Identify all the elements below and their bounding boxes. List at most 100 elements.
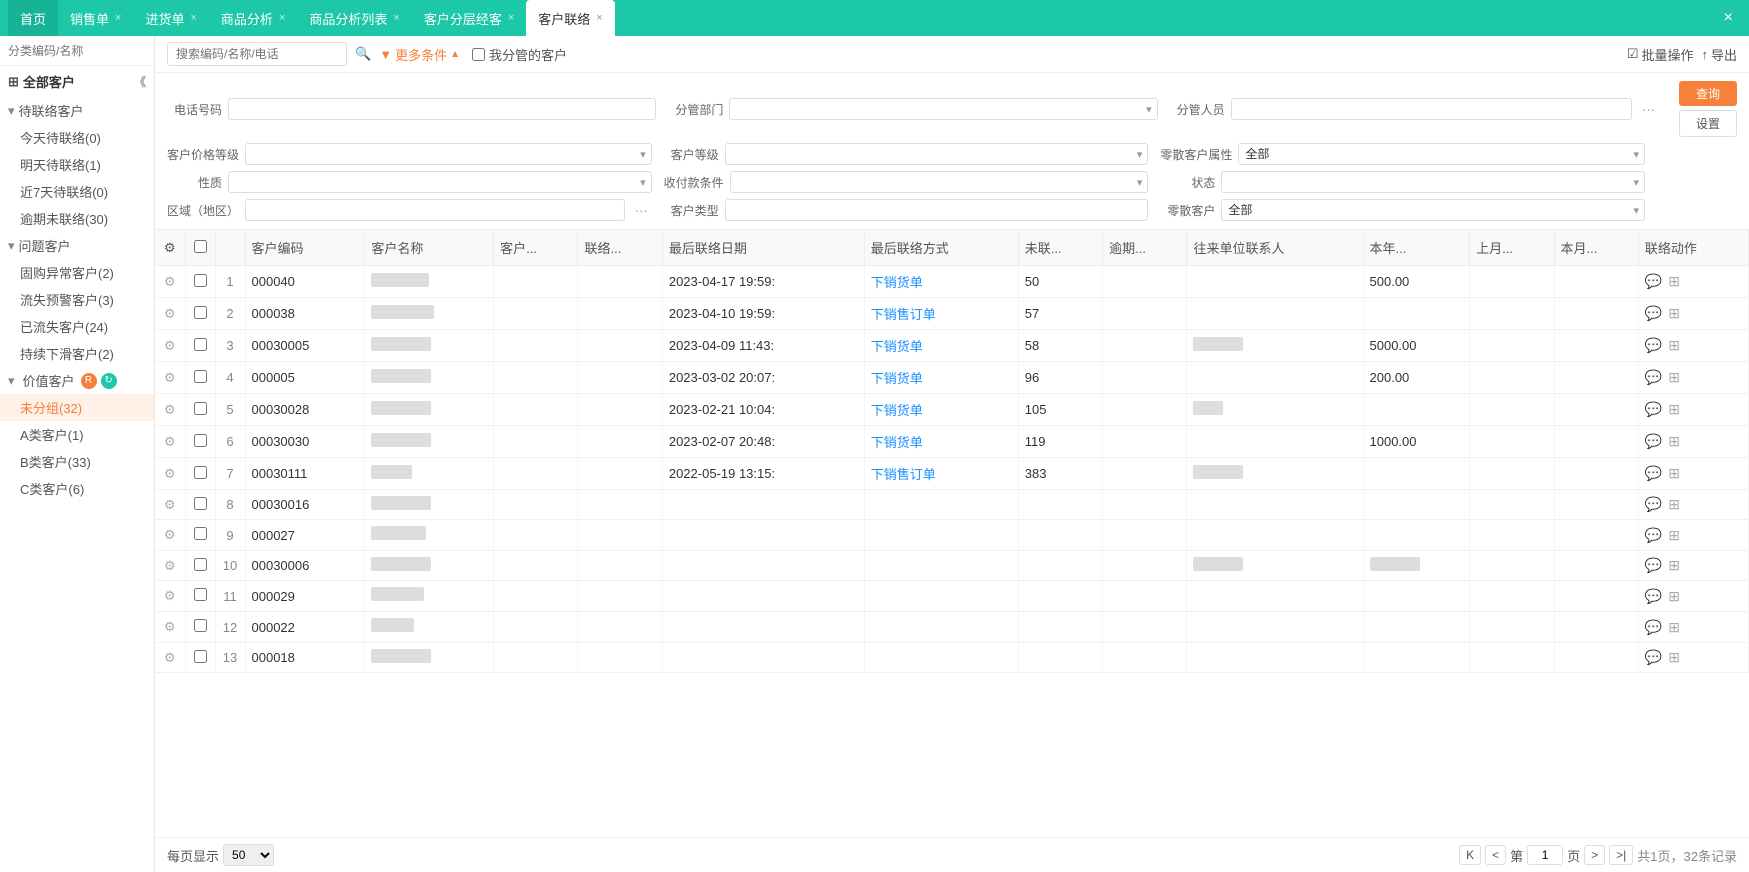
row-checkbox[interactable] bbox=[194, 338, 207, 351]
group-pending-contact[interactable]: ▾ 待联络客户 bbox=[0, 97, 154, 124]
row-checkbox[interactable] bbox=[194, 527, 207, 540]
col-settings[interactable]: ⚙ bbox=[155, 230, 185, 266]
per-page-select[interactable]: 50 100 bbox=[223, 844, 274, 866]
close-purchase-tab[interactable]: × bbox=[190, 12, 196, 24]
my-customers-checkbox[interactable] bbox=[472, 48, 485, 61]
chat-icon[interactable]: 💬 bbox=[1645, 649, 1662, 666]
chat-icon[interactable]: 💬 bbox=[1645, 433, 1662, 450]
row-checkbox[interactable] bbox=[194, 619, 207, 632]
person-dots-icon[interactable]: ··· bbox=[1638, 102, 1659, 117]
row-checkbox[interactable] bbox=[194, 558, 207, 571]
export-btn[interactable]: ↑ 导出 bbox=[1701, 45, 1737, 64]
close-goods-analysis-tab[interactable]: × bbox=[279, 12, 285, 24]
query-button[interactable]: 查询 bbox=[1679, 81, 1737, 106]
tab-sales[interactable]: 销售单 × bbox=[58, 0, 133, 36]
chat-icon[interactable]: 💬 bbox=[1645, 337, 1662, 354]
tab-customer-tier[interactable]: 客户分层经客 × bbox=[412, 0, 526, 36]
sidebar-item-overdue-contact[interactable]: 逾期未联络(30) bbox=[0, 205, 154, 232]
row-checkbox[interactable] bbox=[194, 434, 207, 447]
chat-icon[interactable]: 💬 bbox=[1645, 588, 1662, 605]
sidebar-item-tomorrow-pending[interactable]: 明天待联络(1) bbox=[0, 151, 154, 178]
grid-action-icon[interactable]: ⊞ bbox=[1668, 588, 1680, 605]
last-contact-link[interactable]: 下销货单 bbox=[871, 403, 923, 418]
chat-icon[interactable]: 💬 bbox=[1645, 369, 1662, 386]
refresh-badge[interactable]: ↻ bbox=[101, 373, 117, 389]
chat-icon[interactable]: 💬 bbox=[1645, 557, 1662, 574]
tab-goods-list[interactable]: 商品分析列表 × bbox=[297, 0, 411, 36]
close-sales-tab[interactable]: × bbox=[115, 12, 121, 24]
sidebar-item-churn-warning[interactable]: 流失预警客户(3) bbox=[0, 286, 154, 313]
close-all-tabs[interactable]: × bbox=[1716, 9, 1741, 27]
status-select[interactable] bbox=[1221, 171, 1645, 193]
settings-icon[interactable]: ⚙ bbox=[164, 240, 176, 255]
grid-action-icon[interactable]: ⊞ bbox=[1668, 557, 1680, 574]
grid-action-icon[interactable]: ⊞ bbox=[1668, 305, 1680, 322]
row-checkbox[interactable] bbox=[194, 402, 207, 415]
retail-attr-select[interactable]: 全部 bbox=[1238, 143, 1645, 165]
grid-action-icon[interactable]: ⊞ bbox=[1668, 401, 1680, 418]
close-customer-tier-tab[interactable]: × bbox=[508, 12, 514, 24]
chat-icon[interactable]: 💬 bbox=[1645, 619, 1662, 636]
grid-action-icon[interactable]: ⊞ bbox=[1668, 649, 1680, 666]
grid-action-icon[interactable]: ⊞ bbox=[1668, 527, 1680, 544]
row-checkbox[interactable] bbox=[194, 588, 207, 601]
close-customer-contact-tab[interactable]: × bbox=[596, 12, 602, 24]
grid-action-icon[interactable]: ⊞ bbox=[1668, 465, 1680, 482]
price-level-select[interactable] bbox=[245, 143, 652, 165]
next-page-btn[interactable]: > bbox=[1584, 845, 1605, 865]
chat-icon[interactable]: 💬 bbox=[1645, 496, 1662, 513]
row-checkbox[interactable] bbox=[194, 370, 207, 383]
group-value-customers[interactable]: ▾ 价值客户 R ↻ bbox=[0, 367, 154, 394]
sidebar-search-input[interactable] bbox=[8, 44, 155, 58]
sidebar-item-churned[interactable]: 已流失客户(24) bbox=[0, 313, 154, 340]
sidebar-item-abnormal[interactable]: 固购异常客户(2) bbox=[0, 259, 154, 286]
group-problem-customers[interactable]: ▾ 问题客户 bbox=[0, 232, 154, 259]
select-all-checkbox[interactable] bbox=[194, 240, 207, 253]
first-page-btn[interactable]: K bbox=[1459, 845, 1481, 865]
region-dots-icon[interactable]: ··· bbox=[631, 203, 652, 218]
retail-customer-select[interactable]: 全部 bbox=[1221, 199, 1645, 221]
tab-home[interactable]: 首页 bbox=[8, 0, 58, 36]
payment-select[interactable] bbox=[730, 171, 1149, 193]
search-input[interactable] bbox=[167, 42, 347, 66]
row-checkbox[interactable] bbox=[194, 274, 207, 287]
tab-customer-contact[interactable]: 客户联络 × bbox=[526, 0, 614, 36]
sidebar-item-week-pending[interactable]: 近7天待联络(0) bbox=[0, 178, 154, 205]
sidebar-item-class-a[interactable]: A类客户(1) bbox=[0, 421, 154, 448]
customer-level-select[interactable] bbox=[725, 143, 1149, 165]
dept-select[interactable] bbox=[729, 98, 1157, 120]
last-contact-link[interactable]: 下销货单 bbox=[871, 435, 923, 450]
row-checkbox[interactable] bbox=[194, 497, 207, 510]
tab-purchase[interactable]: 进货单 × bbox=[133, 0, 208, 36]
grid-action-icon[interactable]: ⊞ bbox=[1668, 619, 1680, 636]
row-checkbox[interactable] bbox=[194, 306, 207, 319]
more-conditions-btn[interactable]: ▼ 更多条件 ▲ bbox=[379, 45, 460, 64]
chat-icon[interactable]: 💬 bbox=[1645, 401, 1662, 418]
all-customers-header[interactable]: ⊞ 全部客户 《 bbox=[0, 66, 154, 97]
search-icon-filter[interactable]: 🔍 bbox=[355, 46, 371, 62]
customer-type-input[interactable] bbox=[725, 199, 1149, 221]
page-input[interactable] bbox=[1527, 845, 1563, 865]
grid-action-icon[interactable]: ⊞ bbox=[1668, 433, 1680, 450]
tab-goods-analysis[interactable]: 商品分析 × bbox=[209, 0, 297, 36]
last-contact-link[interactable]: 下销售订单 bbox=[871, 307, 936, 322]
grid-action-icon[interactable]: ⊞ bbox=[1668, 337, 1680, 354]
sidebar-item-class-b[interactable]: B类客户(33) bbox=[0, 448, 154, 475]
phone-input[interactable] bbox=[228, 98, 656, 120]
chat-icon[interactable]: 💬 bbox=[1645, 527, 1662, 544]
sidebar-item-unassigned[interactable]: 未分组(32) bbox=[0, 394, 154, 421]
chat-icon[interactable]: 💬 bbox=[1645, 305, 1662, 322]
sidebar-item-today-pending[interactable]: 今天待联络(0) bbox=[0, 124, 154, 151]
last-contact-link[interactable]: 下销货单 bbox=[871, 339, 923, 354]
prev-page-btn[interactable]: < bbox=[1485, 845, 1506, 865]
region-input[interactable] bbox=[245, 199, 625, 221]
last-contact-link[interactable]: 下销货单 bbox=[871, 371, 923, 386]
person-input[interactable] bbox=[1231, 98, 1632, 120]
last-page-btn[interactable]: >| bbox=[1609, 845, 1633, 865]
sidebar-item-declining[interactable]: 持续下滑客户(2) bbox=[0, 340, 154, 367]
nature-select[interactable] bbox=[228, 171, 652, 193]
grid-action-icon[interactable]: ⊞ bbox=[1668, 369, 1680, 386]
batch-op-btn[interactable]: ☑ 批量操作 bbox=[1627, 45, 1694, 64]
grid-action-icon[interactable]: ⊞ bbox=[1668, 496, 1680, 513]
last-contact-link[interactable]: 下销售订单 bbox=[871, 467, 936, 482]
